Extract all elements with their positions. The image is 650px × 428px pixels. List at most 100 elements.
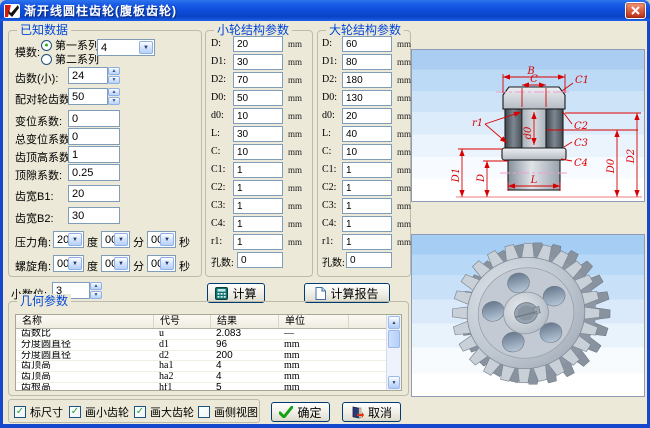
helix-min-select[interactable]: 00 ▼ (101, 255, 130, 272)
decimals-stepper[interactable]: ▲ ▼ (90, 282, 102, 299)
large-D-input[interactable] (342, 36, 392, 52)
small-r1-input[interactable] (233, 234, 283, 250)
param-row: D:mm (318, 36, 411, 52)
table-row[interactable]: 齿顶高 ha1 4 mm (16, 361, 401, 373)
large-D0-input[interactable] (342, 90, 392, 106)
total-shift-coef-input[interactable] (68, 128, 120, 145)
helix-deg-select[interactable]: 00 ▼ (53, 255, 84, 272)
ok-button[interactable]: 确定 (271, 402, 330, 422)
large-L-input[interactable] (342, 126, 392, 142)
group-geometry-params: 几何参数 名称 代号 结果 单位 齿数比 u 2.083— 分度圆直径 d1 96 mm … (8, 294, 409, 396)
pressure-sec-select[interactable]: 00 ▼ (147, 231, 176, 248)
scroll-up-icon[interactable]: ▲ (388, 316, 400, 329)
radio-series-2[interactable]: 第二系列 (41, 51, 99, 67)
param-row: C2:mm (318, 180, 411, 196)
col-result: 结果 (211, 315, 279, 328)
spin-up-icon: ▲ (108, 88, 120, 96)
deg-unit: 度 (87, 261, 98, 273)
table-row[interactable]: 分度圆直径 d1 96 mm (16, 340, 401, 351)
min-unit: 分 (133, 237, 144, 249)
field-label: 齿数(小): (15, 73, 59, 85)
chevron-down-icon: ▼ (160, 233, 174, 246)
geometry-table: 名称 代号 结果 单位 齿数比 u 2.083— 分度圆直径 d1 96 mm 分度圆直径… (15, 314, 402, 391)
table-row[interactable]: 齿顶高 ha2 4 mm (16, 372, 401, 383)
small-holes-input[interactable] (237, 252, 283, 268)
param-row: d0:mm (318, 108, 411, 124)
exit-door-icon (352, 406, 364, 418)
large-holes-input[interactable] (346, 252, 392, 268)
large-C-input[interactable] (342, 144, 392, 160)
close-button[interactable] (625, 2, 646, 19)
large-C4-input[interactable] (342, 216, 392, 232)
small-C1-input[interactable] (233, 162, 283, 178)
mate-teeth-input[interactable] (68, 88, 108, 105)
small-D2-input[interactable] (233, 72, 283, 88)
mate-teeth-stepper[interactable]: ▲ ▼ (108, 88, 120, 105)
checkbox-draw-small[interactable]: ✓ 画小齿轮 (69, 404, 129, 420)
small-D1-input[interactable] (233, 54, 283, 70)
width-b1-input[interactable] (68, 185, 120, 202)
param-row: D2:mm (318, 72, 411, 88)
large-C1-input[interactable] (342, 162, 392, 178)
scroll-thumb[interactable] (388, 330, 400, 348)
small-C3-input[interactable] (233, 198, 283, 214)
param-row: C3:mm (318, 198, 411, 214)
spin-down-icon: ▼ (90, 291, 102, 299)
param-row: C4:mm (206, 216, 312, 232)
table-scrollbar[interactable]: ▲ ▼ (386, 315, 401, 390)
param-row: D:mm (206, 36, 312, 52)
pressure-min-select[interactable]: 00 ▼ (101, 231, 130, 248)
chevron-down-icon[interactable]: ▼ (139, 41, 153, 54)
group-small-gear-params: 小轮结构参数 D:mm D1:mm D2:mm D0:mm d0:mm L:mm… (205, 23, 313, 277)
param-row: D0:mm (318, 90, 411, 106)
calc-report-button[interactable]: 计算报告 (304, 283, 390, 303)
titlebar[interactable]: 渐开线圆柱齿轮(腹板齿轮) (0, 0, 650, 21)
col-name: 名称 (16, 315, 154, 328)
small-d0-input[interactable] (233, 108, 283, 124)
report-document-icon (315, 286, 327, 300)
addendum-coef-input[interactable] (68, 146, 120, 163)
checkbox-draw-large[interactable]: ✓ 画大齿轮 (134, 404, 194, 420)
field-label: 齿顶高系数: (15, 152, 74, 164)
checkbox-mark-dims[interactable]: ✓ 标尺寸 (14, 404, 63, 420)
table-row[interactable]: 齿数比 u 2.083— (16, 329, 401, 340)
field-label: 变位系数: (15, 116, 63, 128)
small-C4-input[interactable] (233, 216, 283, 232)
shift-coef-input[interactable] (68, 110, 120, 127)
teeth-count-input[interactable] (68, 67, 108, 84)
small-C2-input[interactable] (233, 180, 283, 196)
large-D2-input[interactable] (342, 72, 392, 88)
checkbox-side-view[interactable]: 画侧视图 (198, 404, 258, 420)
width-b2-input[interactable] (68, 207, 120, 224)
small-C-input[interactable] (233, 144, 283, 160)
param-row: L:mm (318, 126, 411, 142)
large-d0-input[interactable] (342, 108, 392, 124)
table-row[interactable]: 齿根高 hf1 5 mm (16, 383, 401, 390)
clearance-coef-input[interactable] (68, 164, 120, 181)
module-select[interactable]: 4 ▼ (97, 39, 155, 56)
calculator-icon (215, 286, 229, 300)
teeth-count-stepper[interactable]: ▲ ▼ (108, 67, 120, 84)
svg-text:d0: d0 (523, 126, 534, 139)
helix-sec-select[interactable]: 00 ▼ (147, 255, 176, 272)
large-D1-input[interactable] (342, 54, 392, 70)
pressure-deg-select[interactable]: 20 ▼ (53, 231, 84, 248)
calculate-button[interactable]: 计算 (207, 283, 265, 303)
cancel-button[interactable]: 取消 (342, 402, 401, 422)
small-L-input[interactable] (233, 126, 283, 142)
chevron-down-icon: ▼ (160, 257, 174, 270)
chevron-down-icon: ▼ (114, 233, 128, 246)
svg-text:C2: C2 (574, 121, 588, 132)
svg-text:r1: r1 (472, 118, 483, 129)
table-row[interactable]: 分度圆直径 d2 200 mm (16, 351, 401, 362)
small-D0-input[interactable] (233, 90, 283, 106)
large-r1-input[interactable] (342, 234, 392, 250)
param-row: D0:mm (206, 90, 312, 106)
svg-text:C3: C3 (574, 138, 588, 149)
large-C3-input[interactable] (342, 198, 392, 214)
large-C2-input[interactable] (342, 180, 392, 196)
scroll-down-icon[interactable]: ▼ (388, 376, 400, 389)
module-label: 模数: (15, 47, 41, 59)
small-D-input[interactable] (233, 36, 283, 52)
param-row: C:mm (318, 144, 411, 160)
